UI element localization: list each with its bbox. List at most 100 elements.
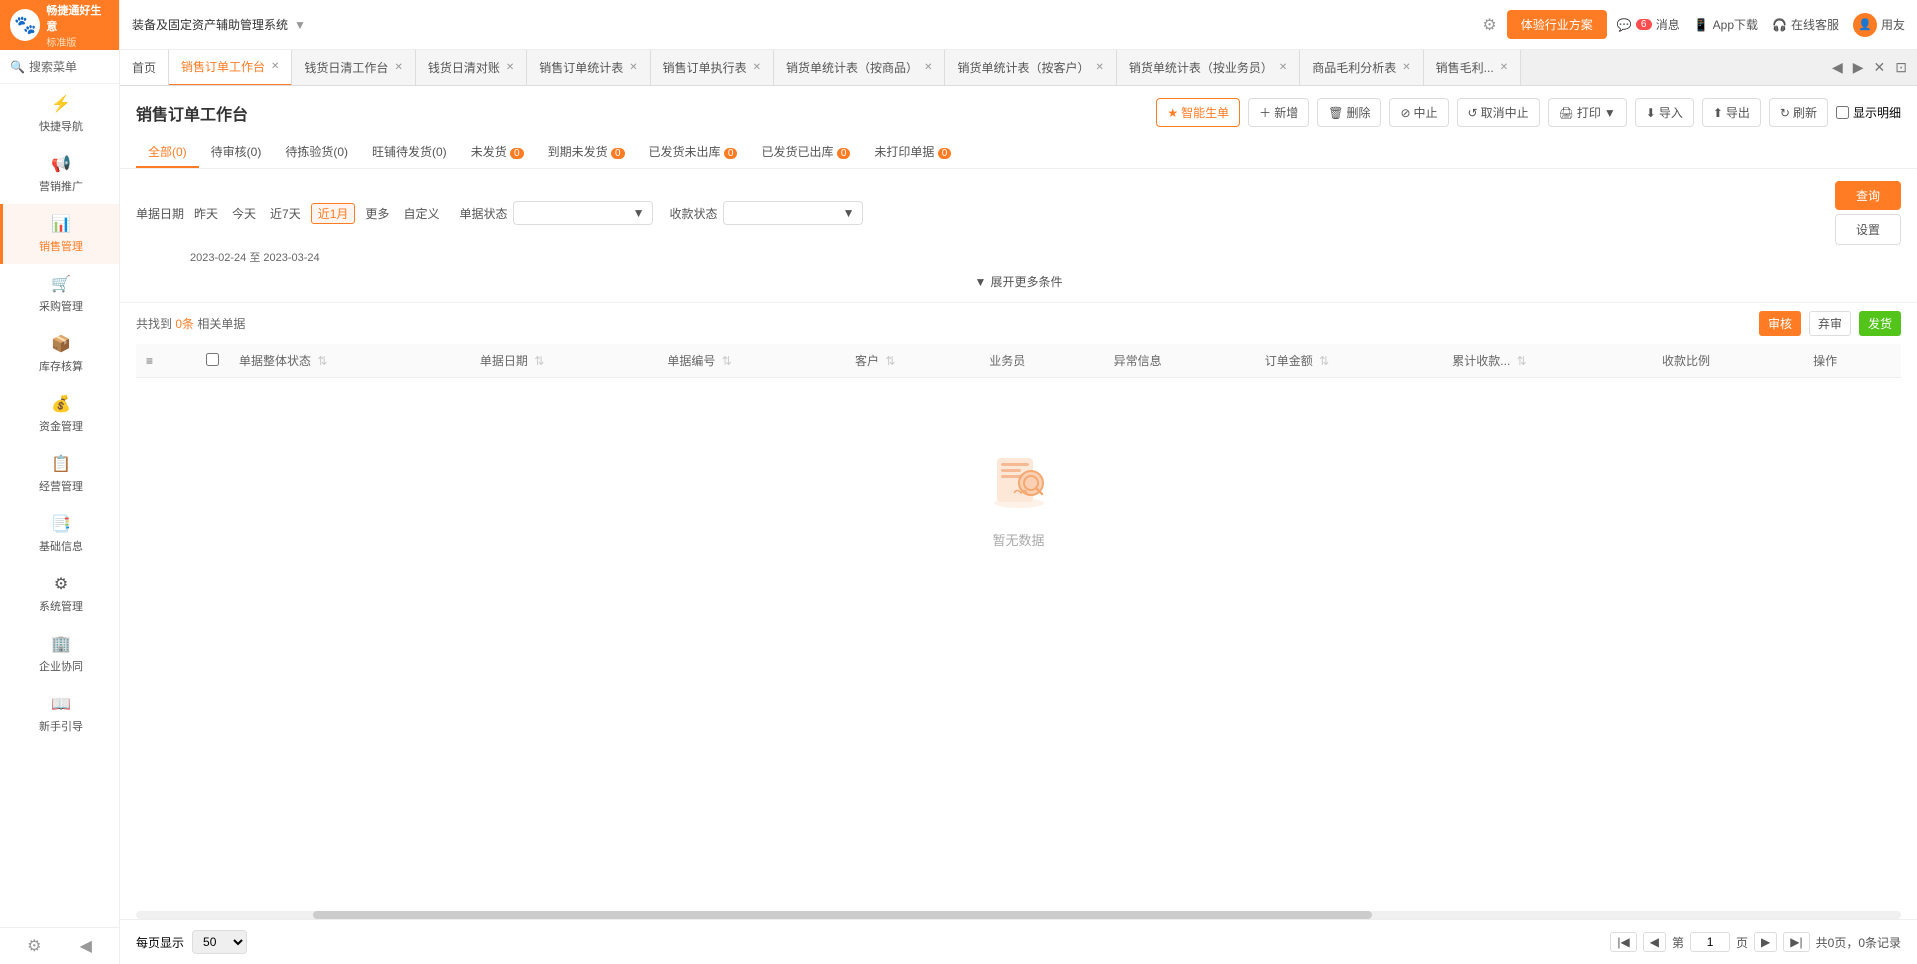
sidebar-item-guide[interactable]: 📖 新手引导 bbox=[0, 684, 119, 744]
sort-icon[interactable]: ⇅ bbox=[534, 354, 544, 368]
ship-btn[interactable]: 发货 bbox=[1859, 311, 1901, 336]
tab-close-icon[interactable]: ✕ bbox=[1095, 62, 1103, 73]
sidebar-item-operation[interactable]: 📋 经营管理 bbox=[0, 444, 119, 504]
tab-sales-sum-staff[interactable]: 销货单统计表（按业务员） ✕ bbox=[1117, 50, 1300, 86]
pause-btn[interactable]: ⊘ 中止 bbox=[1389, 98, 1448, 127]
sort-icon[interactable]: ⇅ bbox=[1517, 354, 1527, 368]
sidebar-item-basic-info[interactable]: 📑 基础信息 bbox=[0, 504, 119, 564]
date-opt-today[interactable]: 今天 bbox=[228, 203, 260, 224]
tab-sales-order-close[interactable]: ✕ bbox=[271, 61, 279, 72]
sub-tab-not-printed[interactable]: 未打印单据 0 bbox=[862, 137, 963, 168]
sub-tab-wangpu[interactable]: 旺铺待发货(0) bbox=[360, 137, 459, 168]
sidebar-item-quick-nav[interactable]: ⚡ 快捷导航 bbox=[0, 84, 119, 144]
sidebar-settings-btn[interactable]: ⚙ bbox=[27, 936, 41, 956]
sidebar-item-sales[interactable]: 📊 销售管理 bbox=[0, 204, 119, 264]
tab-close-icon[interactable]: ✕ bbox=[753, 62, 761, 73]
tab-sales-stat[interactable]: 销售订单统计表 ✕ bbox=[527, 50, 650, 86]
sidebar-item-inventory[interactable]: 📦 库存核算 bbox=[0, 324, 119, 384]
tab-close-icon[interactable]: ✕ bbox=[1402, 62, 1410, 73]
first-page-btn[interactable]: |◀ bbox=[1610, 932, 1636, 952]
import-btn[interactable]: ⬇ 导入 bbox=[1635, 98, 1694, 127]
refresh-btn[interactable]: ↻ 刷新 bbox=[1769, 98, 1828, 127]
show-detail-toggle[interactable]: 显示明细 bbox=[1836, 104, 1901, 121]
sort-icon[interactable]: ⇅ bbox=[1319, 354, 1329, 368]
date-opt-custom[interactable]: 自定义 bbox=[399, 203, 443, 224]
date-opt-recent7[interactable]: 近7天 bbox=[266, 203, 305, 224]
topbar-title: 装备及固定资产辅助管理系统 ▼ bbox=[132, 16, 1472, 33]
horizontal-scrollbar[interactable] bbox=[136, 911, 1901, 919]
tab-cash-goods[interactable]: 钱货日清对账 ✕ bbox=[416, 50, 527, 86]
topbar-settings-btn[interactable]: ⚙ bbox=[1482, 15, 1496, 35]
tab-close-icon[interactable]: ✕ bbox=[924, 62, 932, 73]
tab-nav-close-all[interactable]: ✕ bbox=[1870, 57, 1890, 78]
sidebar-item-system[interactable]: ⚙ 系统管理 bbox=[0, 564, 119, 624]
tab-nav-prev[interactable]: ◀ bbox=[1828, 57, 1847, 78]
review-btn[interactable]: 审核 bbox=[1759, 311, 1801, 336]
last-page-btn[interactable]: ▶| bbox=[1783, 932, 1809, 952]
print-btn[interactable]: 🖨 打印 ▼ bbox=[1548, 98, 1627, 127]
topbar-online-service[interactable]: 🎧 在线客服 bbox=[1772, 16, 1839, 33]
cancel-pause-btn[interactable]: ↺ 取消中止 bbox=[1457, 98, 1540, 127]
date-opt-month1[interactable]: 近1月 bbox=[311, 203, 356, 224]
status-select[interactable]: ▼ bbox=[513, 201, 653, 225]
page-input[interactable] bbox=[1690, 932, 1730, 952]
tab-close-icon[interactable]: ✕ bbox=[1279, 62, 1287, 73]
topbar-message[interactable]: 💬 6 消息 bbox=[1617, 16, 1680, 33]
marketing-icon: 📢 bbox=[51, 154, 71, 174]
sub-tab-pending-check[interactable]: 待拣验货(0) bbox=[273, 137, 360, 168]
tab-sales-sum-customer[interactable]: 销货单统计表（按客户） ✕ bbox=[945, 50, 1116, 86]
tab-goods-margin[interactable]: 商品毛利分析表 ✕ bbox=[1300, 50, 1423, 86]
sidebar-item-enterprise[interactable]: 🏢 企业协同 bbox=[0, 624, 119, 684]
tab-close-icon[interactable]: ✕ bbox=[506, 62, 514, 73]
date-opt-more[interactable]: 更多 bbox=[361, 203, 393, 224]
export-btn[interactable]: ⬆ 导出 bbox=[1702, 98, 1761, 127]
tab-sales-order[interactable]: 销售订单工作台 ✕ bbox=[169, 50, 292, 86]
sidebar-collapse-btn[interactable]: ◀ bbox=[80, 936, 92, 956]
sub-tab-overdue[interactable]: 到期未发货 0 bbox=[536, 137, 637, 168]
tab-close-icon[interactable]: ✕ bbox=[1500, 62, 1508, 73]
topbar-app-download[interactable]: 📱 App下载 bbox=[1694, 16, 1758, 33]
query-btn[interactable]: 查询 bbox=[1835, 181, 1901, 210]
tab-cash-clear[interactable]: 钱货日清工作台 ✕ bbox=[292, 50, 415, 86]
tab-home[interactable]: 首页 bbox=[120, 50, 169, 86]
tab-nav-expand[interactable]: ⊡ bbox=[1891, 57, 1911, 78]
sidebar-item-marketing[interactable]: 📢 营销推广 bbox=[0, 144, 119, 204]
new-btn[interactable]: ＋ 新增 bbox=[1248, 98, 1309, 127]
sort-icon[interactable]: ⇅ bbox=[317, 354, 327, 368]
not-printed-badge: 0 bbox=[938, 148, 952, 159]
scrollbar-thumb[interactable] bbox=[313, 911, 1372, 919]
sub-tab-not-shipped[interactable]: 未发货 0 bbox=[459, 137, 536, 168]
tab-close-icon[interactable]: ✕ bbox=[629, 62, 637, 73]
next-page-btn[interactable]: ▶ bbox=[1754, 932, 1777, 952]
expand-filter-btn[interactable]: ▼ 展开更多条件 bbox=[136, 273, 1901, 290]
trial-btn[interactable]: 体验行业方案 bbox=[1507, 10, 1607, 39]
sub-tab-all[interactable]: 全部(0) bbox=[136, 137, 199, 168]
sub-tab-pending-review[interactable]: 待审核(0) bbox=[199, 137, 274, 168]
payment-select[interactable]: ▼ bbox=[723, 201, 863, 225]
tab-sales-exec[interactable]: 销售订单执行表 ✕ bbox=[651, 50, 774, 86]
select-all-checkbox[interactable] bbox=[206, 353, 219, 366]
tab-sales-more[interactable]: 销售毛利... ✕ bbox=[1424, 50, 1521, 86]
tab-nav-next[interactable]: ▶ bbox=[1849, 57, 1868, 78]
topbar-user[interactable]: 👤 用友 bbox=[1853, 13, 1905, 37]
set-btn[interactable]: 设置 bbox=[1835, 214, 1901, 245]
tab-sales-sum-product[interactable]: 销货单统计表（按商品） ✕ bbox=[774, 50, 945, 86]
sort-icon[interactable]: ⇅ bbox=[722, 354, 732, 368]
sub-tab-shipped-not-out[interactable]: 已发货未出库 0 bbox=[637, 137, 750, 168]
sort-icon[interactable]: ⇅ bbox=[885, 354, 895, 368]
date-options: 昨天 今天 近7天 近1月 更多 自定义 bbox=[190, 203, 443, 224]
smart-gen-btn[interactable]: ★ 智能生单 bbox=[1156, 98, 1240, 127]
sidebar-item-purchase[interactable]: 🛒 采购管理 bbox=[0, 264, 119, 324]
show-detail-checkbox[interactable] bbox=[1836, 106, 1849, 119]
un-review-btn[interactable]: 弃审 bbox=[1809, 311, 1851, 336]
sub-tab-shipped-out[interactable]: 已发货已出库 0 bbox=[749, 137, 862, 168]
topbar-dropdown-icon[interactable]: ▼ bbox=[294, 18, 306, 32]
sidebar-search[interactable]: 🔍 搜索菜单 bbox=[0, 50, 119, 84]
sidebar-item-finance[interactable]: 💰 资金管理 bbox=[0, 384, 119, 444]
prev-page-btn[interactable]: ◀ bbox=[1643, 932, 1666, 952]
tab-close-icon[interactable]: ✕ bbox=[394, 62, 402, 73]
data-table: ≡ 单据整体状态 ⇅ 单据日期 ⇅ 单据编号 bbox=[136, 344, 1901, 378]
delete-btn[interactable]: 🗑 删除 bbox=[1317, 98, 1381, 127]
date-opt-yesterday[interactable]: 昨天 bbox=[190, 203, 222, 224]
per-page-select[interactable]: 10 20 50 100 bbox=[192, 930, 247, 954]
